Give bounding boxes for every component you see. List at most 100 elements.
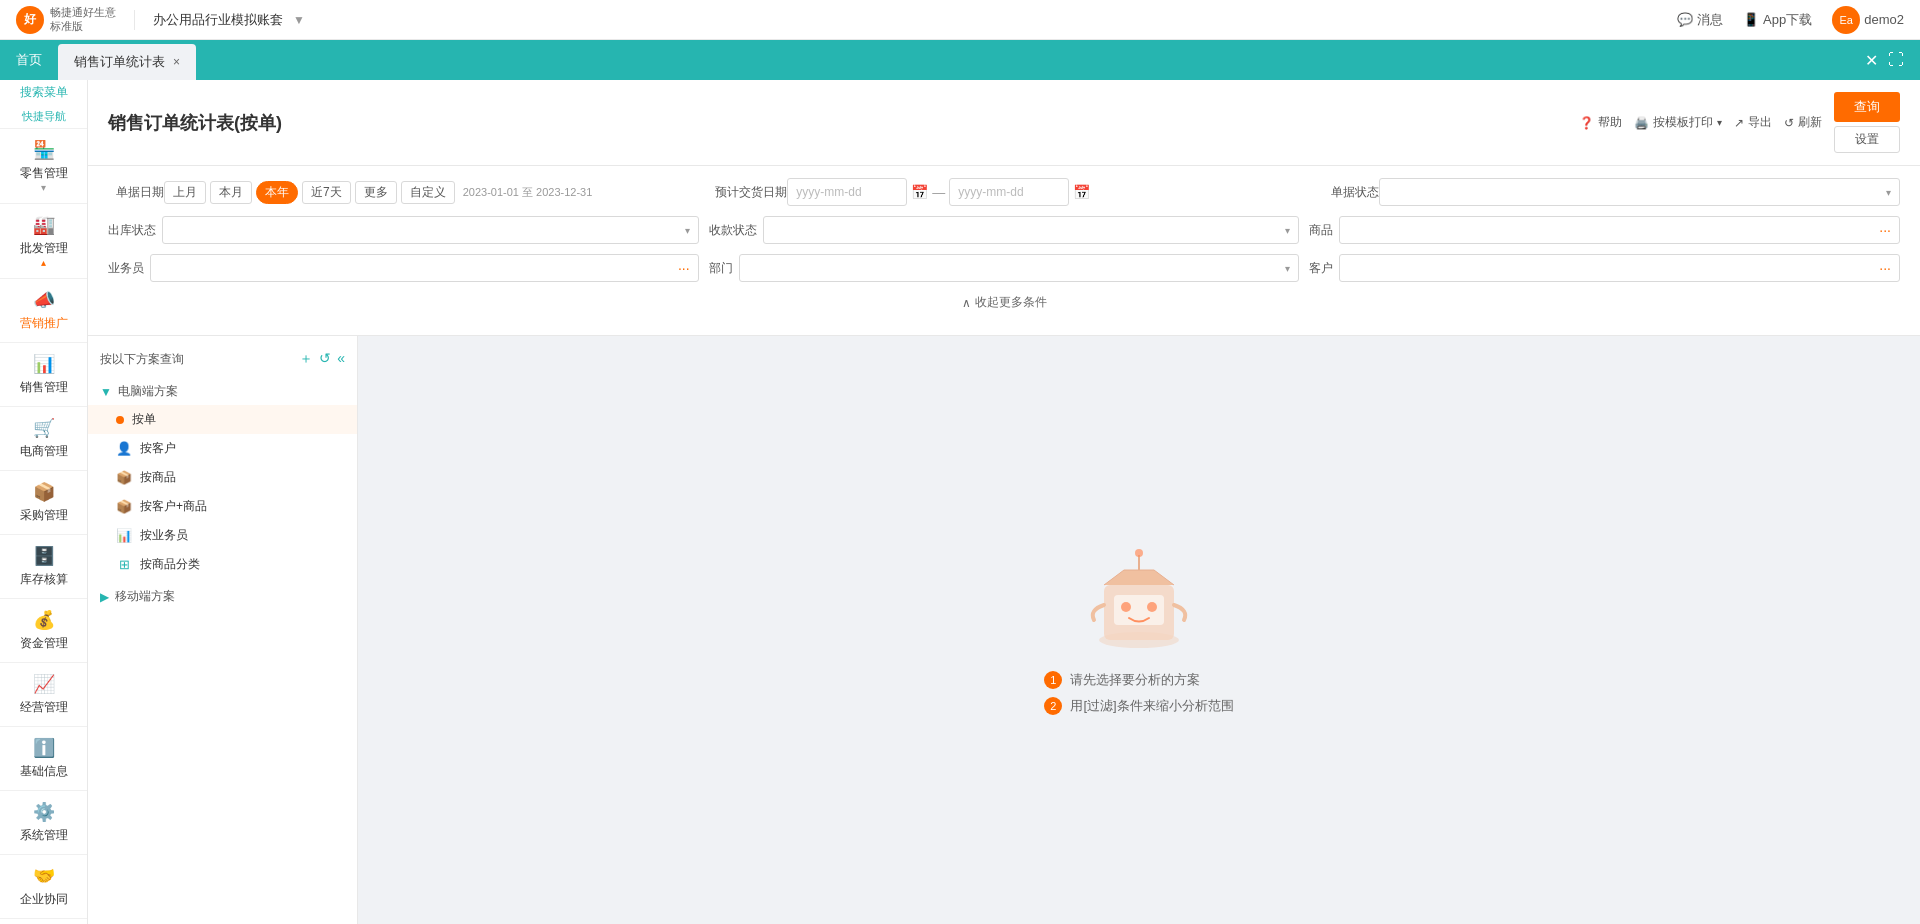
sidebar-search[interactable]: 搜索菜单 [0,80,87,105]
scheme-item-by-category[interactable]: ⊞ 按商品分类 [88,550,357,579]
date-btn-this-month[interactable]: 本月 [210,181,252,204]
sidebar-item-wholesale[interactable]: 🏭 批发管理 ▴ [0,204,87,279]
scheme-item-by-customer[interactable]: 👤 按客户 [88,434,357,463]
goods-label: 商品 [1309,222,1333,239]
date-btn-this-year[interactable]: 本年 [256,181,298,204]
query-button[interactable]: 查询 [1834,92,1900,122]
sidebar-quick-nav[interactable]: 快捷导航 [0,105,87,129]
sidebar-item-basic[interactable]: ℹ️ 基础信息 [0,727,87,791]
date-btn-last-month[interactable]: 上月 [164,181,206,204]
group-pc-label: 电脑端方案 [118,383,178,400]
inventory-icon: 🗄️ [33,545,55,567]
sidebar-item-newuser[interactable]: 🆕 新手引导 [0,919,87,924]
empty-hints: 1 请先选择要分析的方案 2 用[过滤]条件来缩小分析范围 [1044,671,1233,715]
export-label: 导出 [1748,114,1772,131]
collapse-btn[interactable]: ∧ 收起更多条件 [950,290,1059,315]
expected-date-start[interactable] [787,178,907,206]
dropdown-icon[interactable]: ▼ [293,13,305,27]
user-name: demo2 [1864,12,1904,27]
refresh-scheme-btn[interactable]: ↺ [319,350,331,368]
top-bar: 好 畅捷通好生意 标准版 办公用品行业模拟账套 ▼ 💬 消息 📱 App下载 E… [0,0,1920,40]
svg-point-4 [1147,602,1157,612]
sidebar-item-enterprise[interactable]: 🤝 企业协同 [0,855,87,919]
sidebar-item-sales[interactable]: 📊 销售管理 [0,343,87,407]
outbound-select[interactable]: ▾ [162,216,699,244]
sidebar-item-system[interactable]: ⚙️ 系统管理 [0,791,87,855]
template-print-btn[interactable]: 🖨️ 按模板打印 ▾ [1634,114,1722,131]
app-download-label: App下载 [1763,11,1812,29]
operations-icon: 📈 [33,673,55,695]
customer-label: 客户 [1309,260,1333,277]
department-select[interactable]: ▾ [739,254,1300,282]
sidebar-item-operations[interactable]: 📈 经营管理 [0,663,87,727]
outbound-cell: 出库状态 ▾ [108,216,699,244]
add-scheme-btn[interactable]: ＋ [299,350,313,368]
message-btn[interactable]: 💬 消息 [1677,11,1723,29]
goods-cell: 商品 ··· [1309,216,1900,244]
sidebar-item-inventory[interactable]: 🗄️ 库存核算 [0,535,87,599]
customer-ellipsis[interactable]: ··· [1879,260,1891,276]
scheme-item-by-order[interactable]: 按单 [88,405,357,434]
collection-dropdown-icon: ▾ [1285,225,1290,236]
date-section: 单据日期 上月 本月 本年 近7天 更多 自定义 2023-01-01 至 20… [108,181,685,204]
help-btn[interactable]: ❓ 帮助 [1579,114,1622,131]
refresh-btn[interactable]: ↺ 刷新 [1784,114,1822,131]
empty-hint-2: 2 用[过滤]条件来缩小分析范围 [1044,697,1233,715]
tab-active[interactable]: 销售订单统计表 × [58,44,196,80]
export-btn[interactable]: ↗ 导出 [1734,114,1772,131]
scheme-group-mobile: ▶ 移动端方案 [88,583,357,610]
goods-ellipsis[interactable]: ··· [1879,222,1891,238]
scheme-item-label-order: 按单 [132,411,156,428]
tab-home[interactable]: 首页 [0,40,58,80]
date-btn-more[interactable]: 更多 [355,181,397,204]
print-icon: 🖨️ [1634,116,1649,130]
bill-status-dropdown: ▾ [1886,187,1891,198]
expected-date-end[interactable] [949,178,1069,206]
customer-input[interactable]: ··· [1339,254,1900,282]
tab-close-btn[interactable]: × [173,55,180,69]
bill-status-select[interactable]: ▾ [1379,178,1900,206]
sidebar-item-retail[interactable]: 🏪 零售管理 ▾ [0,129,87,204]
tab-maximize-btn[interactable]: ⛶ [1888,51,1904,70]
scheme-item-by-goods[interactable]: 📦 按商品 [88,463,357,492]
tab-minimize-btn[interactable]: ✕ [1865,51,1878,70]
scheme-item-label-salesperson: 按业务员 [140,527,188,544]
salesperson-input[interactable]: ··· [150,254,699,282]
scheme-item-by-salesperson[interactable]: 📊 按业务员 [88,521,357,550]
settings-button[interactable]: 设置 [1834,126,1900,153]
sidebar-item-ecommerce[interactable]: 🛒 电商管理 [0,407,87,471]
refresh-icon: ↺ [1784,116,1794,130]
scheme-group-mobile-title[interactable]: ▶ 移动端方案 [88,583,357,610]
department-dropdown-icon: ▾ [1285,263,1290,274]
salesperson-ellipsis[interactable]: ··· [678,260,690,276]
logo-area: 好 畅捷通好生意 标准版 [16,6,116,34]
app-name: 办公用品行业模拟账套 [153,11,283,29]
user-area[interactable]: Ea demo2 [1832,6,1904,34]
scheme-group-pc-title[interactable]: ▼ 电脑端方案 [88,378,357,405]
collapse-scheme-btn[interactable]: « [337,350,345,368]
expected-date-section: 预计交货日期 📅 — 📅 [715,178,1292,206]
cal-icon-start[interactable]: 📅 [911,184,928,200]
purchase-icon: 📦 [33,481,55,503]
scheme-item-by-customer-goods[interactable]: 📦 按客户+商品 [88,492,357,521]
cal-icon-end[interactable]: 📅 [1073,184,1090,200]
collapse-icon: ∧ [962,296,971,310]
collection-label: 收款状态 [709,222,757,239]
template-print-label: 按模板打印 [1653,114,1713,131]
department-cell: 部门 ▾ [709,254,1300,282]
date-btn-custom[interactable]: 自定义 [401,181,455,204]
scheme-item-label-category: 按商品分类 [140,556,200,573]
sidebar-item-purchase[interactable]: 📦 采购管理 [0,471,87,535]
chart-icon: 📊 [116,528,132,543]
scheme-panel: 按以下方案查询 ＋ ↺ « ▼ 电脑端方案 [88,336,358,924]
phone-icon: 📱 [1743,12,1759,27]
goods-input[interactable]: ··· [1339,216,1900,244]
filter-panel: 单据日期 上月 本月 本年 近7天 更多 自定义 2023-01-01 至 20… [88,166,1920,336]
message-icon: 💬 [1677,12,1693,27]
collection-select[interactable]: ▾ [763,216,1300,244]
app-download-btn[interactable]: 📱 App下载 [1743,11,1812,29]
help-icon: ❓ [1579,116,1594,130]
date-btn-7days[interactable]: 近7天 [302,181,351,204]
sidebar-item-marketing[interactable]: 📣 营销推广 [0,279,87,343]
sidebar-item-finance[interactable]: 💰 资金管理 [0,599,87,663]
